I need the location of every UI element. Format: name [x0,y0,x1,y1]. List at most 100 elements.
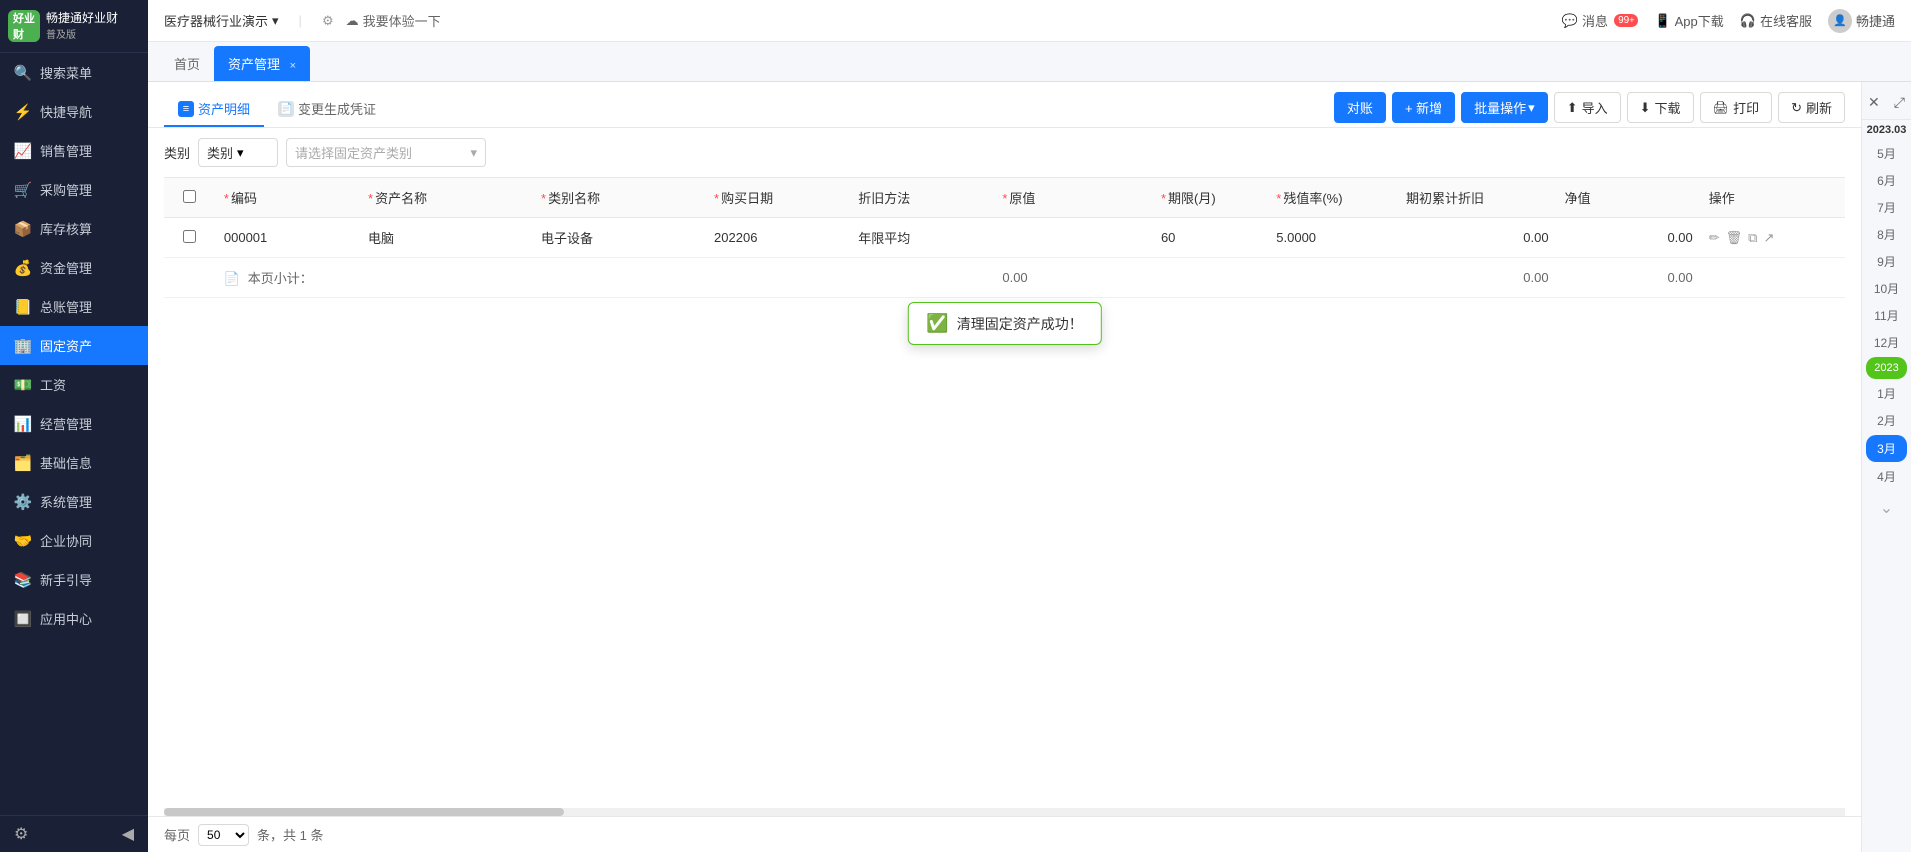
row-period: 60 [1153,218,1268,258]
app-download-label: App下载 [1675,11,1724,30]
subtotal-action-empty [1701,258,1845,298]
month-9[interactable]: 9月 [1862,248,1911,275]
panel-header: ✕ ⤢ [1862,86,1911,120]
tab-home-label: 首页 [174,57,200,72]
month-2[interactable]: 2月 [1862,407,1911,434]
row-category: 电子设备 [533,218,706,258]
month-3-current[interactable]: 3月 [1866,435,1907,462]
panel-expand-icon[interactable]: ⤢ [1894,94,1905,111]
online-service-button[interactable]: 🎧 在线客服 [1740,11,1812,30]
nav-item-sales[interactable]: 📈 销售管理 [0,131,148,170]
nav-item-app-center[interactable]: 🔲 应用中心 [0,599,148,638]
month-5[interactable]: 5月 [1862,140,1911,167]
horizontal-scrollbar[interactable] [164,808,1845,816]
system-icon: ⚙️ [14,493,32,511]
row-name: 电脑 [360,218,533,258]
nav-item-guide[interactable]: 📚 新手引导 [0,560,148,599]
nav-label-search: 搜索菜单 [40,63,92,82]
asset-list-icon: ≡ [178,101,194,117]
main-content: ≡ 资产明细 📄 变更生成凭证 对账 + 新增 批量操作 ▾ ⬆ [148,82,1861,852]
sub-tab-asset-list[interactable]: ≡ 资产明细 [164,92,264,127]
phone-icon: 📱 [1654,13,1670,29]
table-footer: 每页 50 100 200 条，共 1 条 [148,816,1861,852]
th-action: 操作 [1701,178,1845,218]
month-11[interactable]: 11月 [1862,302,1911,329]
fixed-asset-icon: 🏢 [14,337,32,355]
nav-item-salary[interactable]: 💵 工资 [0,365,148,404]
month-8[interactable]: 8月 [1862,221,1911,248]
print-button[interactable]: 🖨 打印 [1700,92,1773,123]
panel-bottom-icon: ⌄ [1880,498,1893,518]
nav-label-ledger: 总账管理 [40,297,92,316]
nav-item-quick[interactable]: ⚡ 快捷导航 [0,92,148,131]
nav-item-fixed-asset[interactable]: 🏢 固定资产 [0,326,148,365]
right-panel: ✕ ⤢ 2023.03 5月 6月 7月 8月 9月 10月 11月 12月 2… [1861,82,1911,852]
table-container: *编码 *资产名称 *类别名称 *购买日期 折旧方法 *原值 *期限(月) *残… [148,177,1861,808]
per-page-select[interactable]: 50 100 200 [198,824,249,846]
tab-home[interactable]: 首页 [160,46,214,81]
nav-item-finance[interactable]: 💰 资金管理 [0,248,148,287]
app-download-button[interactable]: 📱 App下载 [1654,11,1723,30]
copy-icon[interactable]: ⧉ [1748,230,1757,246]
refresh-button[interactable]: ↻ 刷新 [1778,92,1845,123]
settings-gear-icon[interactable]: ⚙ [322,13,334,29]
nav-item-inventory[interactable]: 📦 库存核算 [0,209,148,248]
download-button[interactable]: ⬇ 下载 [1627,92,1694,123]
th-name: *资产名称 [360,178,533,218]
import-button[interactable]: ⬆ 导入 [1554,92,1621,123]
experience-button[interactable]: ☁ 我要体验一下 [346,11,441,30]
user-avatar[interactable]: 👤 畅捷通 [1828,9,1895,33]
th-category: *类别名称 [533,178,706,218]
reconcile-button[interactable]: 对账 [1334,92,1386,123]
nav-item-operation[interactable]: 📊 经营管理 [0,404,148,443]
category-placeholder: 请选择固定资产类别 [295,143,412,162]
scrollbar-thumb[interactable] [164,808,564,816]
nav-item-basic[interactable]: 🗂️ 基础信息 [0,443,148,482]
month-4[interactable]: 4月 [1862,463,1911,490]
month-10[interactable]: 10月 [1862,275,1911,302]
year-marker-2023[interactable]: 2023 [1866,357,1907,379]
per-page-label: 每页 [164,825,190,844]
subtotal-accum: 0.00 [1398,258,1557,298]
th-method: 折旧方法 [850,178,994,218]
table-row: 000001 电脑 电子设备 202206 年限平均 60 5.0000 0.0… [164,218,1845,258]
download-icon: ⬇ [1640,100,1651,116]
nav-item-search[interactable]: 🔍 搜索菜单 [0,53,148,92]
message-button[interactable]: 💬 消息 99+ [1562,11,1639,30]
subtotal-empty-2 [1153,258,1268,298]
operation-icon: 📊 [14,415,32,433]
company-selector[interactable]: 医疗器械行业演示 ▾ [164,11,279,30]
nav-item-ledger[interactable]: 📒 总账管理 [0,287,148,326]
salary-icon: 💵 [14,376,32,394]
more-icon[interactable]: ↗ [1763,230,1774,246]
row-accum: 0.00 [1398,218,1557,258]
nav-item-purchase[interactable]: 🛒 采购管理 [0,170,148,209]
panel-close-icon[interactable]: ✕ [1868,94,1880,111]
nav-item-enterprise[interactable]: 🤝 企业协同 [0,521,148,560]
month-1[interactable]: 1月 [1862,380,1911,407]
select-all-checkbox[interactable] [183,190,196,203]
category-label: 类别 [164,143,190,162]
nav-label-sales: 销售管理 [40,141,92,160]
collapse-icon[interactable]: ◀ [122,824,134,844]
delete-icon[interactable]: 🗑 [1726,230,1743,246]
tab-asset-management[interactable]: 资产管理 × [214,46,310,81]
category-input[interactable]: 请选择固定资产类别 ▾ [286,138,486,167]
nav-label-purchase: 采购管理 [40,180,92,199]
edit-icon[interactable]: ✏ [1709,230,1720,246]
sidebar-bottom: ⚙ ◀ [0,815,148,852]
nav-item-system[interactable]: ⚙️ 系统管理 [0,482,148,521]
batch-ops-button[interactable]: 批量操作 ▾ [1461,92,1548,123]
asset-table: *编码 *资产名称 *类别名称 *购买日期 折旧方法 *原值 *期限(月) *残… [164,177,1845,298]
month-7[interactable]: 7月 [1862,194,1911,221]
row-checkbox[interactable] [183,230,196,243]
month-6[interactable]: 6月 [1862,167,1911,194]
month-12[interactable]: 12月 [1862,329,1911,356]
sub-tab-change-voucher[interactable]: 📄 变更生成凭证 [264,92,390,127]
guide-icon: 📚 [14,571,32,589]
new-button[interactable]: + 新增 [1392,92,1455,123]
settings-icon[interactable]: ⚙ [14,824,28,844]
total-label: 条，共 1 条 [257,825,323,844]
category-select[interactable]: 类别 ▾ [198,138,278,167]
tab-close-icon[interactable]: × [290,60,296,72]
